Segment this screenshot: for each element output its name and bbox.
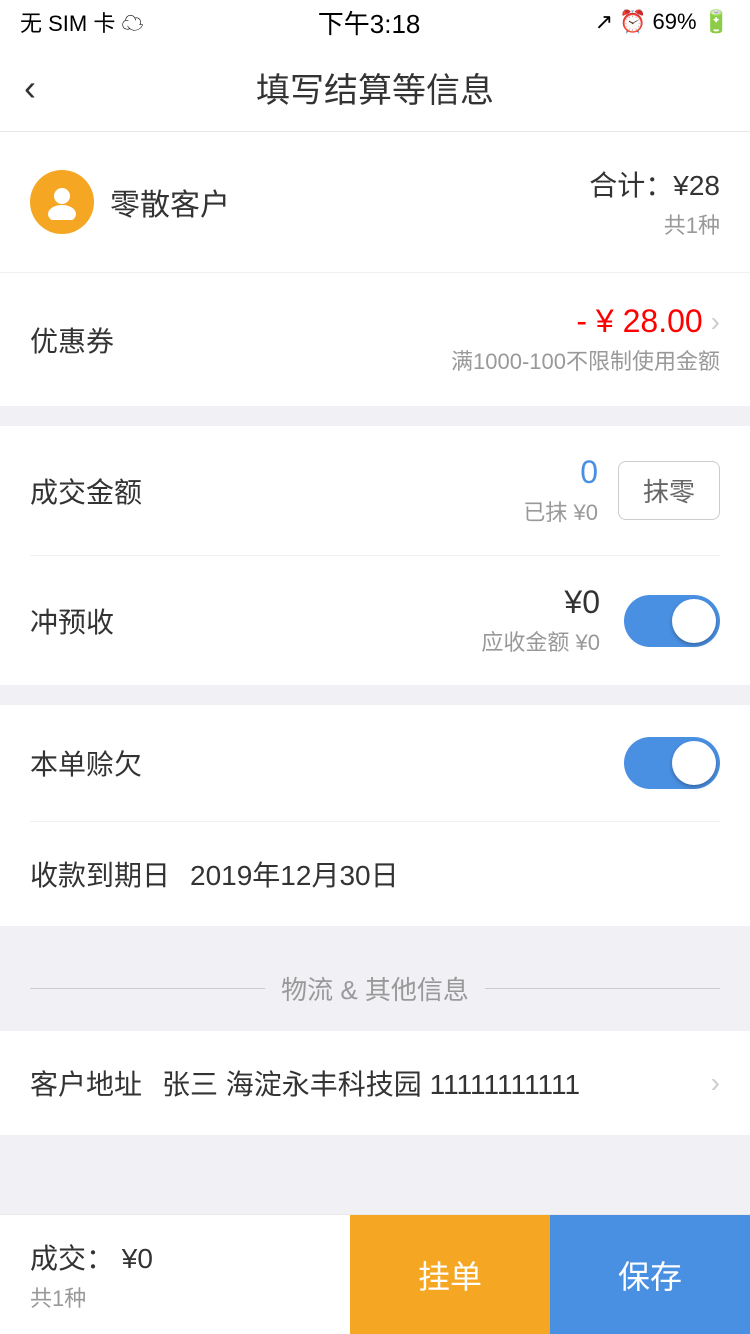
round-button[interactable]: 抹零: [618, 461, 720, 520]
customer-left: 零散客户: [30, 170, 230, 234]
amount-label: 成交金额: [30, 471, 142, 511]
nav-bar: ‹ 填写结算等信息: [0, 44, 750, 132]
amount-value: 0: [523, 454, 598, 491]
avatar: [30, 170, 94, 234]
toggle-knob: [672, 599, 716, 643]
prepay-right: ¥0 应收金额 ¥0: [481, 584, 720, 657]
back-button[interactable]: ‹: [24, 67, 36, 109]
battery-icon: 🔋: [703, 9, 730, 35]
prepay-amount-block: ¥0 应收金额 ¥0: [481, 584, 600, 657]
coupon-row[interactable]: 优惠券 - ¥ 28.00 › 满1000-100不限制使用金额: [0, 272, 750, 406]
prepay-sub: 应收金额 ¥0: [481, 625, 600, 657]
amount-row: 成交金额 0 已抹 ¥0 抹零: [30, 426, 720, 556]
status-right: ↗ ⏰ 69% 🔋: [595, 9, 730, 35]
bottom-info: 成交： ¥0 共1种: [0, 1215, 350, 1334]
customer-total: 合计：¥28: [589, 164, 720, 204]
divider-left: [30, 988, 265, 989]
bottom-deal: 成交： ¥0: [30, 1237, 320, 1277]
prepay-toggle[interactable]: [624, 595, 720, 647]
customer-right: 合计：¥28 共1种: [589, 164, 720, 240]
status-time: 下午3:18: [318, 4, 421, 41]
address-value: 张三 海淀永丰科技园 11111111111: [162, 1063, 711, 1103]
customer-row: 零散客户 合计：¥28 共1种: [0, 132, 750, 272]
prepay-amount: ¥0: [481, 584, 600, 621]
customer-name: 零散客户: [110, 180, 230, 224]
debt-toggle-knob: [672, 741, 716, 785]
logistics-label: 物流 & 其他信息: [281, 970, 469, 1007]
status-left: 无 SIM 卡 ☁: [20, 6, 143, 38]
customer-section: 零散客户 合计：¥28 共1种 优惠券 - ¥ 28.00 › 满1000-10…: [0, 132, 750, 406]
prepay-label: 冲预收: [30, 601, 114, 641]
amount-section: 成交金额 0 已抹 ¥0 抹零 冲预收 ¥0 应收金额 ¥0: [0, 426, 750, 685]
debt-label: 本单赊欠: [30, 743, 142, 783]
coupon-desc: 满1000-100不限制使用金额: [451, 344, 720, 376]
address-row[interactable]: 客户地址 张三 海淀永丰科技园 11111111111 ›: [30, 1031, 720, 1135]
coupon-discount: - ¥ 28.00: [576, 303, 702, 340]
address-chevron: ›: [711, 1067, 720, 1099]
due-label: 收款到期日: [30, 854, 170, 894]
signal-text: 无 SIM 卡 ☁: [20, 6, 143, 38]
address-chevron-icon: ›: [711, 1067, 720, 1099]
due-date: 2019年12月30日: [190, 854, 399, 894]
address-label: 客户地址: [30, 1063, 142, 1103]
due-row: 收款到期日 2019年12月30日: [30, 822, 720, 926]
debt-section: 本单赊欠 收款到期日 2019年12月30日: [0, 705, 750, 926]
alarm-icon: ⏰: [619, 9, 646, 35]
status-bar: 无 SIM 卡 ☁ 下午3:18 ↗ ⏰ 69% 🔋: [0, 0, 750, 44]
amount-right: 0 已抹 ¥0 抹零: [523, 454, 720, 527]
amount-sub: 已抹 ¥0: [523, 495, 598, 527]
coupon-label: 优惠券: [30, 320, 114, 360]
bottom-bar: 成交： ¥0 共1种 挂单 保存: [0, 1214, 750, 1334]
battery-text: 69%: [653, 9, 697, 35]
location-icon: ↗: [595, 9, 613, 35]
debt-row: 本单赊欠: [30, 705, 720, 822]
hang-button[interactable]: 挂单: [350, 1215, 550, 1334]
prepay-row: 冲预收 ¥0 应收金额 ¥0: [30, 556, 720, 685]
bottom-count: 共1种: [30, 1281, 320, 1313]
logistics-divider: 物流 & 其他信息: [0, 946, 750, 1031]
customer-count: 共1种: [589, 208, 720, 240]
page-title: 填写结算等信息: [256, 63, 494, 112]
divider-right: [485, 988, 720, 989]
save-button[interactable]: 保存: [550, 1215, 750, 1334]
address-section: 客户地址 张三 海淀永丰科技园 11111111111 ›: [0, 1031, 750, 1135]
debt-toggle[interactable]: [624, 737, 720, 789]
chevron-right-icon: ›: [711, 306, 720, 338]
